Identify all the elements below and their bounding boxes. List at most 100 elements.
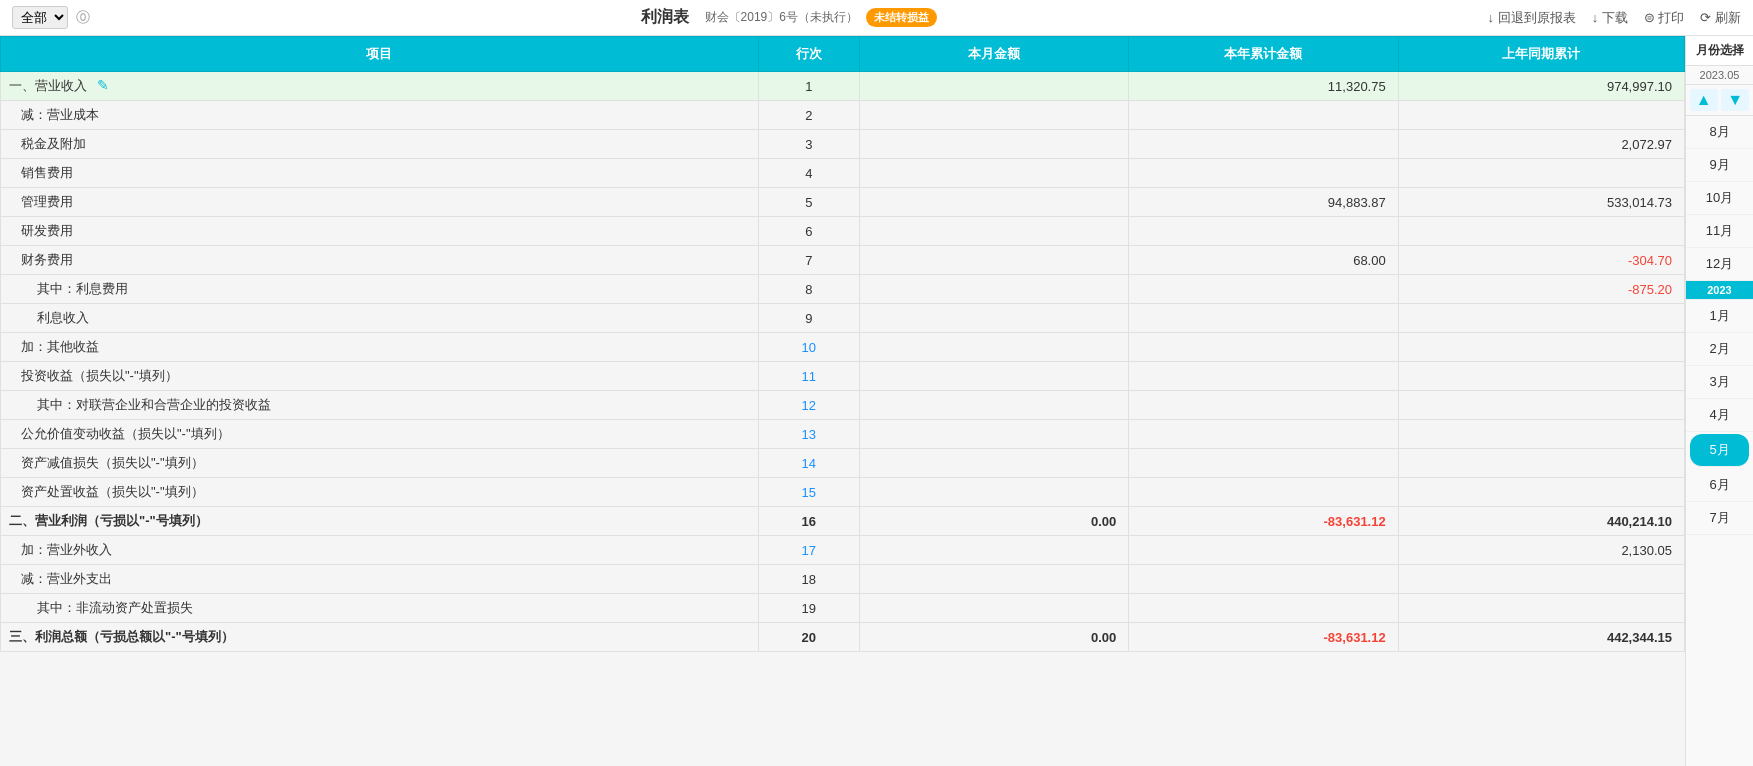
- row-lastyear-amount: [1398, 362, 1684, 391]
- row-num: 16: [758, 507, 859, 536]
- row-num: 9: [758, 304, 859, 333]
- row-year-amount: [1129, 391, 1398, 420]
- row-item-name: 财务费用: [1, 246, 759, 275]
- row-lastyear-amount: [1398, 565, 1684, 594]
- row-num: 19: [758, 594, 859, 623]
- table-row: 资产处置收益（损失以"-"填列） 15: [1, 478, 1685, 507]
- sidebar-month-item[interactable]: 1月: [1686, 300, 1753, 333]
- sidebar-month-item[interactable]: 9月: [1686, 149, 1753, 182]
- row-lastyear-amount: 533,014.73: [1398, 188, 1684, 217]
- row-lastyear-amount: -304.70: [1398, 246, 1684, 275]
- row-year-amount: -83,631.12: [1129, 623, 1398, 652]
- sidebar-year-label: 2023: [1686, 281, 1753, 300]
- row-num: 3: [758, 130, 859, 159]
- row-item-name: 其中：利息费用: [1, 275, 759, 304]
- sidebar-month-item[interactable]: 12月: [1686, 248, 1753, 281]
- row-item-name: 三、利润总额（亏损总额以"-"号填列）: [1, 623, 759, 652]
- row-item-name: 公允价值变动收益（损失以"-"填列）: [1, 420, 759, 449]
- row-month-amount: [859, 246, 1128, 275]
- row-month-amount: [859, 101, 1128, 130]
- row-year-amount: [1129, 130, 1398, 159]
- row-num: 10: [758, 333, 859, 362]
- sidebar-month-item[interactable]: 10月: [1686, 182, 1753, 215]
- row-month-amount: [859, 188, 1128, 217]
- table-row: 管理费用 5 94,883.87 533,014.73: [1, 188, 1685, 217]
- doc-info: 财会〔2019〕6号（未执行）: [705, 9, 858, 26]
- main-container: 项目 行次 本月金额 本年累计金额 上年同期累计 一、营业收入 ✎ 1 11,3…: [0, 36, 1753, 766]
- row-item-name: 其中：对联营企业和合营企业的投资收益: [1, 391, 759, 420]
- row-item-name: 税金及附加: [1, 130, 759, 159]
- nav-arrows: ▲ ▼: [1686, 85, 1753, 116]
- row-num: 20: [758, 623, 859, 652]
- table-row: 加：营业外收入 17 2,130.05: [1, 536, 1685, 565]
- table-row: 一、营业收入 ✎ 1 11,320.75 974,997.10: [1, 72, 1685, 101]
- row-month-amount: [859, 478, 1128, 507]
- sidebar-month-item[interactable]: 7月: [1686, 502, 1753, 535]
- download-btn[interactable]: ↓ 下载: [1592, 9, 1628, 27]
- row-month-amount: [859, 420, 1128, 449]
- row-item-name: 加：其他收益: [1, 333, 759, 362]
- refresh-btn[interactable]: ⟳ 刷新: [1700, 9, 1741, 27]
- sidebar-month-item[interactable]: 2月: [1686, 333, 1753, 366]
- table-row: 利息收入 9: [1, 304, 1685, 333]
- table-row: 三、利润总额（亏损总额以"-"号填列） 20 0.00 -83,631.12 4…: [1, 623, 1685, 652]
- row-month-amount: [859, 130, 1128, 159]
- sidebar-month-item[interactable]: 11月: [1686, 215, 1753, 248]
- row-lastyear-amount: [1398, 101, 1684, 130]
- row-lastyear-amount: [1398, 420, 1684, 449]
- sidebar-month-item[interactable]: 8月: [1686, 116, 1753, 149]
- row-num: 1: [758, 72, 859, 101]
- table-row: 其中：对联营企业和合营企业的投资收益 12: [1, 391, 1685, 420]
- help-icon[interactable]: ⓪: [76, 9, 90, 27]
- row-num: 18: [758, 565, 859, 594]
- row-item-name: 加：营业外收入: [1, 536, 759, 565]
- row-month-amount: [859, 449, 1128, 478]
- sidebar-year: 2023.05: [1686, 66, 1753, 85]
- row-month-amount: [859, 362, 1128, 391]
- sidebar-month-item[interactable]: 3月: [1686, 366, 1753, 399]
- row-lastyear-amount: [1398, 159, 1684, 188]
- row-item-name: 管理费用: [1, 188, 759, 217]
- table-row: 二、营业利润（亏损以"-"号填列） 16 0.00 -83,631.12 440…: [1, 507, 1685, 536]
- sidebar-month-item[interactable]: 6月: [1686, 469, 1753, 502]
- row-lastyear-amount: [1398, 217, 1684, 246]
- row-month-amount: [859, 159, 1128, 188]
- back-btn[interactable]: ↓ 回退到原报表: [1488, 9, 1576, 27]
- next-arrow[interactable]: ▼: [1721, 89, 1749, 111]
- print-btn[interactable]: ⊜ 打印: [1644, 9, 1685, 27]
- table-row: 研发费用 6: [1, 217, 1685, 246]
- prev-arrow[interactable]: ▲: [1690, 89, 1718, 111]
- month-sidebar: 月份选择 2023.05 ▲ ▼ 8月9月10月11月12月20231月2月3月…: [1685, 36, 1753, 766]
- row-month-amount: [859, 72, 1128, 101]
- row-month-amount: [859, 304, 1128, 333]
- row-num: 8: [758, 275, 859, 304]
- row-month-amount: 0.00: [859, 623, 1128, 652]
- row-month-amount: [859, 391, 1128, 420]
- row-lastyear-amount: [1398, 333, 1684, 362]
- row-lastyear-amount: 2,130.05: [1398, 536, 1684, 565]
- page-title: 利润表: [641, 7, 689, 28]
- row-lastyear-amount: -875.20: [1398, 275, 1684, 304]
- row-item-name: 销售费用: [1, 159, 759, 188]
- row-num: 13: [758, 420, 859, 449]
- table-area: 项目 行次 本月金额 本年累计金额 上年同期累计 一、营业收入 ✎ 1 11,3…: [0, 36, 1685, 766]
- row-item-name: 资产减值损失（损失以"-"填列）: [1, 449, 759, 478]
- sidebar-month-item[interactable]: 5月: [1690, 434, 1749, 467]
- sidebar-title: 月份选择: [1686, 36, 1753, 66]
- row-item-name: 减：营业成本: [1, 101, 759, 130]
- top-left: 全部 ⓪: [12, 6, 90, 29]
- income-statement-table: 项目 行次 本月金额 本年累计金额 上年同期累计 一、营业收入 ✎ 1 11,3…: [0, 36, 1685, 652]
- row-year-amount: [1129, 536, 1398, 565]
- row-month-amount: [859, 565, 1128, 594]
- row-num: 5: [758, 188, 859, 217]
- row-year-amount: [1129, 217, 1398, 246]
- status-badge[interactable]: 未结转损益: [866, 8, 937, 27]
- row-year-amount: [1129, 159, 1398, 188]
- row-num: 12: [758, 391, 859, 420]
- scope-dropdown[interactable]: 全部: [12, 6, 68, 29]
- row-num: 11: [758, 362, 859, 391]
- row-month-amount: [859, 333, 1128, 362]
- sidebar-month-item[interactable]: 4月: [1686, 399, 1753, 432]
- edit-icon[interactable]: ✎: [97, 77, 109, 93]
- row-item-name: 投资收益（损失以"-"填列）: [1, 362, 759, 391]
